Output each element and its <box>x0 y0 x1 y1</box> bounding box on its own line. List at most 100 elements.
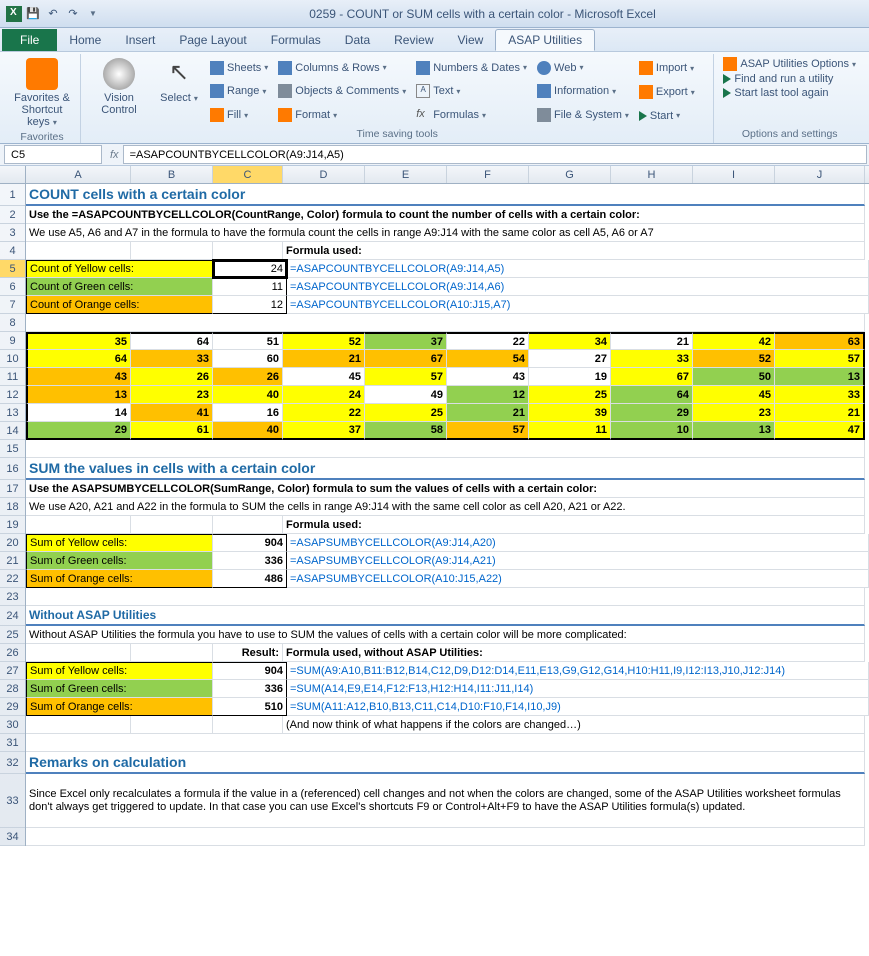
cell-A12[interactable]: 13 <box>26 386 131 404</box>
cell-H13[interactable]: 29 <box>611 404 693 422</box>
cell-A20[interactable]: Sum of Yellow cells: <box>26 534 213 552</box>
text-button[interactable]: AText ▾ <box>416 83 527 99</box>
cell-D30[interactable]: (And now think of what happens if the co… <box>283 716 865 734</box>
cell-A11[interactable]: 43 <box>26 368 131 386</box>
cell-B12[interactable]: 23 <box>131 386 213 404</box>
cell-C19[interactable] <box>213 516 283 534</box>
cell-B19[interactable] <box>131 516 213 534</box>
import-button[interactable]: Import ▾ <box>639 60 695 76</box>
cell-C6[interactable]: =ASAPCOUNTBYCELLCOLOR(A9:J14,A6) <box>287 278 869 296</box>
cell-B20[interactable]: 904 <box>213 534 287 552</box>
cell-G11[interactable]: 19 <box>529 368 611 386</box>
row-header-2[interactable]: 2 <box>0 206 25 224</box>
cell-J12[interactable]: 33 <box>775 386 865 404</box>
cell-C22[interactable]: =ASAPSUMBYCELLCOLOR(A10:J15,A22) <box>287 570 869 588</box>
file-tab[interactable]: File <box>2 29 57 51</box>
cell-D9[interactable]: 52 <box>283 332 365 350</box>
tab-page-layout[interactable]: Page Layout <box>167 29 258 51</box>
cell-B14[interactable]: 61 <box>131 422 213 440</box>
cell-C10[interactable]: 60 <box>213 350 283 368</box>
row-header-14[interactable]: 14 <box>0 422 25 440</box>
cell-J13[interactable]: 21 <box>775 404 865 422</box>
cell-I11[interactable]: 50 <box>693 368 775 386</box>
cell-C14[interactable]: 40 <box>213 422 283 440</box>
row-header-29[interactable]: 29 <box>0 698 25 716</box>
cell-A23[interactable] <box>26 588 865 606</box>
cell-D26[interactable]: Formula used, without ASAP Utilities: <box>283 644 865 662</box>
col-header-I[interactable]: I <box>693 166 775 183</box>
cell-A2[interactable]: Use the =ASAPCOUNTBYCELLCOLOR(CountRange… <box>26 206 865 224</box>
cell-B26[interactable] <box>131 644 213 662</box>
cell-A29[interactable]: Sum of Orange cells: <box>26 698 213 716</box>
cell-A16[interactable]: SUM the values in cells with a certain c… <box>26 458 865 480</box>
cell-C9[interactable]: 51 <box>213 332 283 350</box>
row-header-31[interactable]: 31 <box>0 734 25 752</box>
cell-F11[interactable]: 43 <box>447 368 529 386</box>
cell-B9[interactable]: 64 <box>131 332 213 350</box>
redo-icon[interactable]: ↷ <box>64 5 82 23</box>
row-header-3[interactable]: 3 <box>0 224 25 242</box>
row-header-18[interactable]: 18 <box>0 498 25 516</box>
col-header-B[interactable]: B <box>131 166 213 183</box>
tab-data[interactable]: Data <box>333 29 382 51</box>
cell-I14[interactable]: 13 <box>693 422 775 440</box>
formulas-button[interactable]: fxFormulas ▾ <box>416 107 527 123</box>
cell-C5[interactable]: =ASAPCOUNTBYCELLCOLOR(A9:J14,A5) <box>287 260 869 278</box>
col-header-H[interactable]: H <box>611 166 693 183</box>
cell-E9[interactable]: 37 <box>365 332 447 350</box>
cell-A5[interactable]: Count of Yellow cells: <box>26 260 213 278</box>
cell-I13[interactable]: 23 <box>693 404 775 422</box>
row-header-25[interactable]: 25 <box>0 626 25 644</box>
cell-A24[interactable]: Without ASAP Utilities <box>26 606 865 626</box>
vision-control-button[interactable]: Vision Control <box>87 56 151 127</box>
cell-B7[interactable]: 12 <box>213 296 287 314</box>
row-header-20[interactable]: 20 <box>0 534 25 552</box>
cell-B5[interactable]: 24 <box>213 260 287 278</box>
row-header-22[interactable]: 22 <box>0 570 25 588</box>
cell-G9[interactable]: 34 <box>529 332 611 350</box>
row-header-5[interactable]: 5 <box>0 260 25 278</box>
cell-C29[interactable]: =SUM(A11:A12,B10,B13,C11,C14,D10:F10,F14… <box>287 698 869 716</box>
format-button[interactable]: Format ▾ <box>278 107 406 123</box>
cell-A27[interactable]: Sum of Yellow cells: <box>26 662 213 680</box>
row-header-30[interactable]: 30 <box>0 716 25 734</box>
row-header-17[interactable]: 17 <box>0 480 25 498</box>
cell-I12[interactable]: 45 <box>693 386 775 404</box>
cell-H14[interactable]: 10 <box>611 422 693 440</box>
save-icon[interactable]: 💾 <box>24 5 42 23</box>
cell-I9[interactable]: 42 <box>693 332 775 350</box>
cell-E12[interactable]: 49 <box>365 386 447 404</box>
cell-F12[interactable]: 12 <box>447 386 529 404</box>
cells-grid[interactable]: COUNT cells with a certain colorUse the … <box>26 184 869 846</box>
col-header-C[interactable]: C <box>213 166 283 183</box>
cell-D14[interactable]: 37 <box>283 422 365 440</box>
col-header-D[interactable]: D <box>283 166 365 183</box>
row-header-8[interactable]: 8 <box>0 314 25 332</box>
file-system-button[interactable]: File & System ▾ <box>537 107 629 123</box>
range-button[interactable]: Range ▾ <box>210 83 268 99</box>
cell-G13[interactable]: 39 <box>529 404 611 422</box>
asap-options-button[interactable]: ASAP Utilities Options ▾ <box>723 56 856 72</box>
cell-C20[interactable]: =ASAPSUMBYCELLCOLOR(A9:J14,A20) <box>287 534 869 552</box>
cell-A13[interactable]: 14 <box>26 404 131 422</box>
cell-G12[interactable]: 25 <box>529 386 611 404</box>
cell-B28[interactable]: 336 <box>213 680 287 698</box>
cell-A25[interactable]: Without ASAP Utilities the formula you h… <box>26 626 865 644</box>
start-button[interactable]: Start ▾ <box>639 109 695 123</box>
cell-A1[interactable]: COUNT cells with a certain color <box>26 184 865 206</box>
cell-B21[interactable]: 336 <box>213 552 287 570</box>
cell-D12[interactable]: 24 <box>283 386 365 404</box>
cell-A14[interactable]: 29 <box>26 422 131 440</box>
cell-J10[interactable]: 57 <box>775 350 865 368</box>
row-header-10[interactable]: 10 <box>0 350 25 368</box>
cell-G14[interactable]: 11 <box>529 422 611 440</box>
tab-view[interactable]: View <box>446 29 496 51</box>
row-header-4[interactable]: 4 <box>0 242 25 260</box>
cell-F14[interactable]: 57 <box>447 422 529 440</box>
row-header-23[interactable]: 23 <box>0 588 25 606</box>
row-header-15[interactable]: 15 <box>0 440 25 458</box>
tab-insert[interactable]: Insert <box>113 29 167 51</box>
cell-E11[interactable]: 57 <box>365 368 447 386</box>
cell-A32[interactable]: Remarks on calculation <box>26 752 865 774</box>
cell-D11[interactable]: 45 <box>283 368 365 386</box>
